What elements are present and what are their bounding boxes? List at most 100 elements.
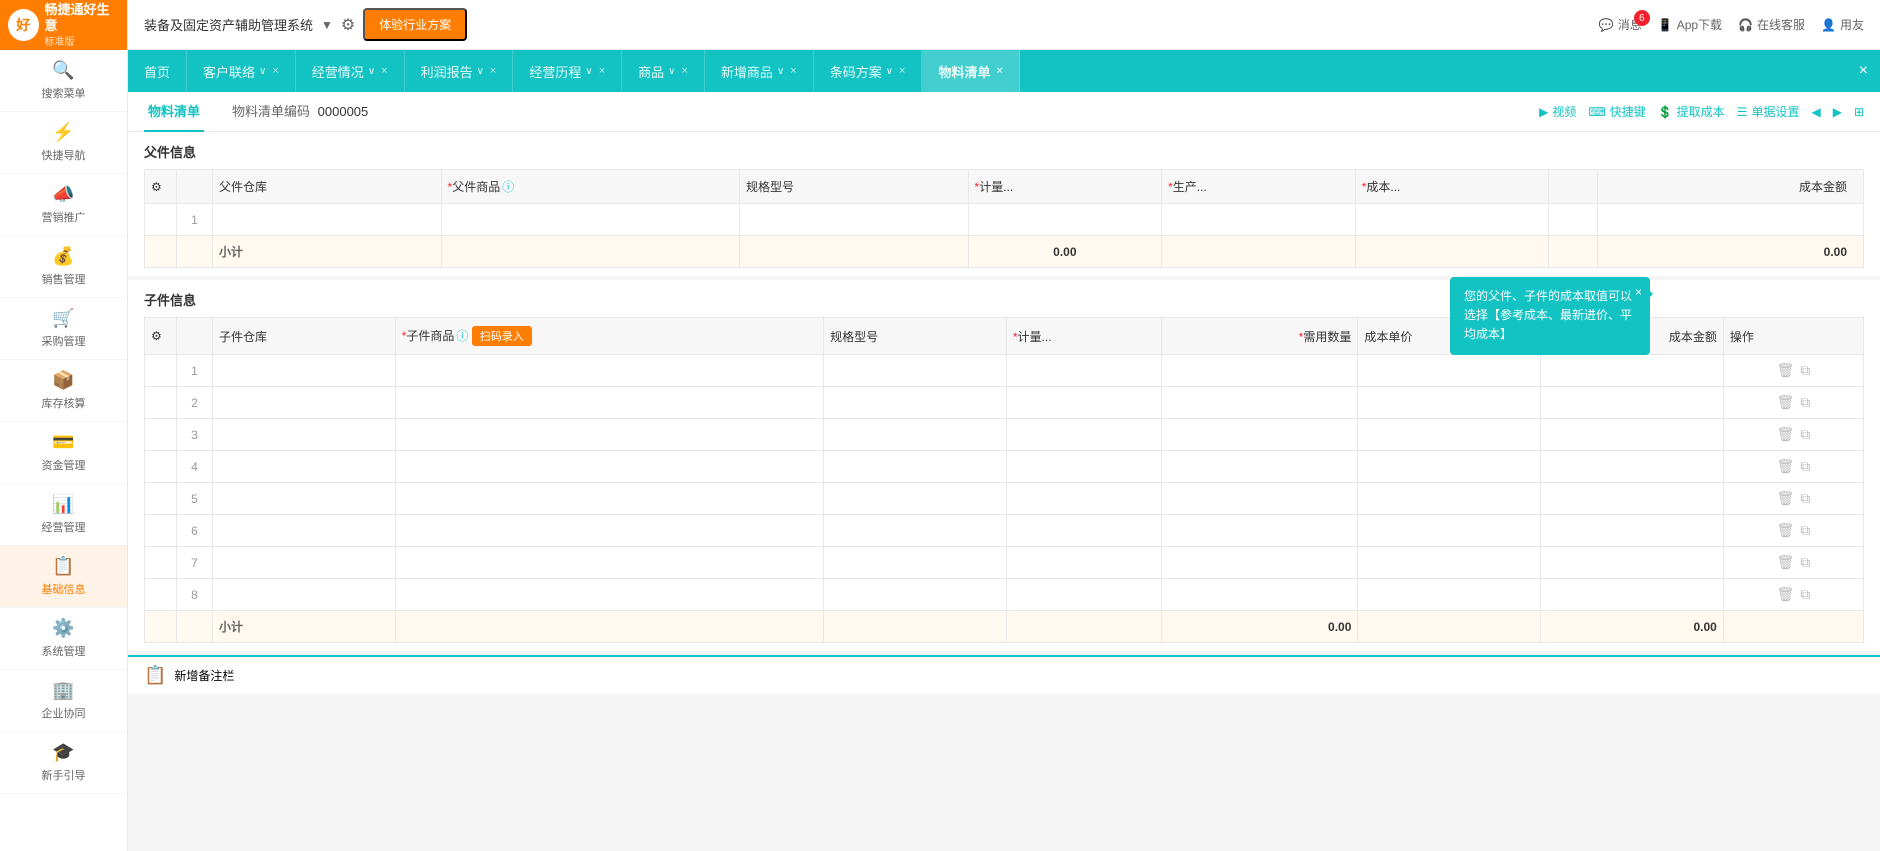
toolbar-nav-next[interactable]: ▶ (1833, 105, 1842, 119)
child-row5-warehouse[interactable] (213, 483, 396, 515)
child-row4-copy-icon[interactable]: ⧉ (1800, 458, 1810, 475)
child-row5-copy-icon[interactable]: ⧉ (1800, 490, 1810, 507)
child-row1-cost-unit[interactable] (1358, 355, 1541, 387)
child-row6-goods[interactable] (395, 515, 823, 547)
parent-row1-produce[interactable] (1162, 204, 1356, 236)
toolbar-extract-cost[interactable]: 💲 提取成本 (1658, 103, 1725, 120)
child-row1-spec[interactable] (824, 355, 1007, 387)
child-row6-qty[interactable] (1161, 515, 1358, 547)
child-row8-goods[interactable] (395, 579, 823, 611)
child-row6-copy-icon[interactable]: ⧉ (1800, 522, 1810, 539)
child-row8-spec[interactable] (824, 579, 1007, 611)
tab-operations-close[interactable]: × (381, 65, 387, 77)
parent-row1-warehouse[interactable] (213, 204, 442, 236)
child-row1-unit[interactable] (1006, 355, 1161, 387)
child-row3-copy-icon[interactable]: ⧉ (1800, 426, 1810, 443)
message-item[interactable]: 💬 消息 6 (1599, 16, 1642, 33)
child-row3-delete-icon[interactable]: 🗑 (1777, 426, 1795, 443)
parent-row1-goods[interactable] (441, 204, 740, 236)
child-row7-cost-unit[interactable] (1358, 547, 1541, 579)
tab-new-goods[interactable]: 新增商品 ∨ × (705, 50, 814, 92)
tab-profit[interactable]: 利润报告 ∨ × (405, 50, 514, 92)
sidebar-item-system[interactable]: ⚙️ 系统管理 (0, 608, 127, 670)
scan-button[interactable]: 扫码录入 (472, 326, 532, 346)
toolbar-single-settings[interactable]: ☰ 单据设置 (1737, 103, 1800, 120)
sidebar-item-quicknav[interactable]: ⚡ 快捷导航 (0, 112, 127, 174)
tab-goods[interactable]: 商品 ∨ × (622, 50, 705, 92)
child-row5-spec[interactable] (824, 483, 1007, 515)
child-row8-warehouse[interactable] (213, 579, 396, 611)
tooltip-close-button[interactable]: × (1635, 283, 1642, 302)
child-row6-spec[interactable] (824, 515, 1007, 547)
sidebar-item-search[interactable]: 🔍 搜索菜单 (0, 50, 127, 112)
parent-row1-unit[interactable] (968, 204, 1162, 236)
child-row8-unit[interactable] (1006, 579, 1161, 611)
app-download-item[interactable]: 📱 App下载 (1658, 16, 1722, 33)
child-th-gear[interactable]: ⚙ (145, 318, 177, 355)
child-row7-unit[interactable] (1006, 547, 1161, 579)
tab-profit-close[interactable]: × (490, 65, 496, 77)
parent-row1-cost[interactable] (1355, 204, 1549, 236)
sidebar-item-enterprise[interactable]: 🏢 企业协同 (0, 670, 127, 732)
toolbar-shortcut[interactable]: ⌨ 快捷键 (1588, 103, 1645, 120)
parent-th-gear[interactable]: ⚙ (145, 170, 177, 204)
sidebar-item-operations[interactable]: 📊 经营管理 (0, 484, 127, 546)
child-row4-unit[interactable] (1006, 451, 1161, 483)
topbar-dropdown-arrow[interactable]: ▼ (321, 18, 333, 32)
sidebar-item-marketing[interactable]: 📣 营销推广 (0, 174, 127, 236)
child-row8-delete-icon[interactable]: 🗑 (1777, 586, 1795, 603)
tab-home[interactable]: 首页 (128, 50, 187, 92)
child-row4-cost-unit[interactable] (1358, 451, 1541, 483)
tab-biz-history[interactable]: 经营历程 ∨ × (513, 50, 622, 92)
child-row7-delete-icon[interactable]: 🗑 (1777, 554, 1795, 571)
child-row2-cost-unit[interactable] (1358, 387, 1541, 419)
child-row6-warehouse[interactable] (213, 515, 396, 547)
child-row4-qty[interactable] (1161, 451, 1358, 483)
child-row6-delete-icon[interactable]: 🗑 (1777, 522, 1795, 539)
child-row5-qty[interactable] (1161, 483, 1358, 515)
tab-customer[interactable]: 客户联络 ∨ × (187, 50, 296, 92)
child-row5-unit[interactable] (1006, 483, 1161, 515)
child-row3-spec[interactable] (824, 419, 1007, 451)
child-row6-unit[interactable] (1006, 515, 1161, 547)
tab-barcode-close[interactable]: × (899, 65, 905, 77)
child-row2-copy-icon[interactable]: ⧉ (1800, 394, 1810, 411)
child-row3-cost-unit[interactable] (1358, 419, 1541, 451)
child-row6-cost-unit[interactable] (1358, 515, 1541, 547)
tab-biz-history-close[interactable]: × (599, 65, 605, 77)
child-row4-goods[interactable] (395, 451, 823, 483)
child-row7-copy-icon[interactable]: ⧉ (1800, 554, 1810, 571)
service-item[interactable]: 🎧 在线客服 (1738, 16, 1805, 33)
tab-new-goods-close[interactable]: × (790, 65, 796, 77)
tab-goods-close[interactable]: × (681, 65, 687, 77)
child-row3-goods[interactable] (395, 419, 823, 451)
topbar-gear-icon[interactable]: ⚙ (341, 15, 355, 35)
child-row7-goods[interactable] (395, 547, 823, 579)
child-row7-spec[interactable] (824, 547, 1007, 579)
tab-bom-close[interactable]: × (997, 65, 1003, 77)
toolbar-grid-icon[interactable]: ⊞ (1854, 105, 1864, 119)
tab-barcode[interactable]: 条码方案 ∨ × (814, 50, 923, 92)
child-row3-unit[interactable] (1006, 419, 1161, 451)
child-row5-goods[interactable] (395, 483, 823, 515)
child-row8-cost-unit[interactable] (1358, 579, 1541, 611)
child-row2-unit[interactable] (1006, 387, 1161, 419)
child-row7-warehouse[interactable] (213, 547, 396, 579)
child-row5-cost-unit[interactable] (1358, 483, 1541, 515)
sidebar-item-finance[interactable]: 💳 资金管理 (0, 422, 127, 484)
child-row8-qty[interactable] (1161, 579, 1358, 611)
tab-bom[interactable]: 物料清单 × (922, 50, 1019, 92)
child-row4-spec[interactable] (824, 451, 1007, 483)
child-row8-copy-icon[interactable]: ⧉ (1800, 586, 1810, 603)
toolbar-nav-prev[interactable]: ◀ (1811, 105, 1820, 119)
sidebar-item-basic[interactable]: 📋 基础信息 (0, 546, 127, 608)
child-row2-goods[interactable] (395, 387, 823, 419)
child-row2-delete-icon[interactable]: 🗑 (1777, 394, 1795, 411)
child-row2-warehouse[interactable] (213, 387, 396, 419)
child-row1-warehouse[interactable] (213, 355, 396, 387)
sub-tab-code-label[interactable]: 物料清单编码 (232, 104, 310, 119)
sidebar-item-purchase[interactable]: 🛒 采购管理 (0, 298, 127, 360)
child-row1-delete-icon[interactable]: 🗑 (1777, 362, 1795, 379)
tab-operations[interactable]: 经营情况 ∨ × (296, 50, 405, 92)
trial-button[interactable]: 体验行业方案 (363, 8, 467, 41)
